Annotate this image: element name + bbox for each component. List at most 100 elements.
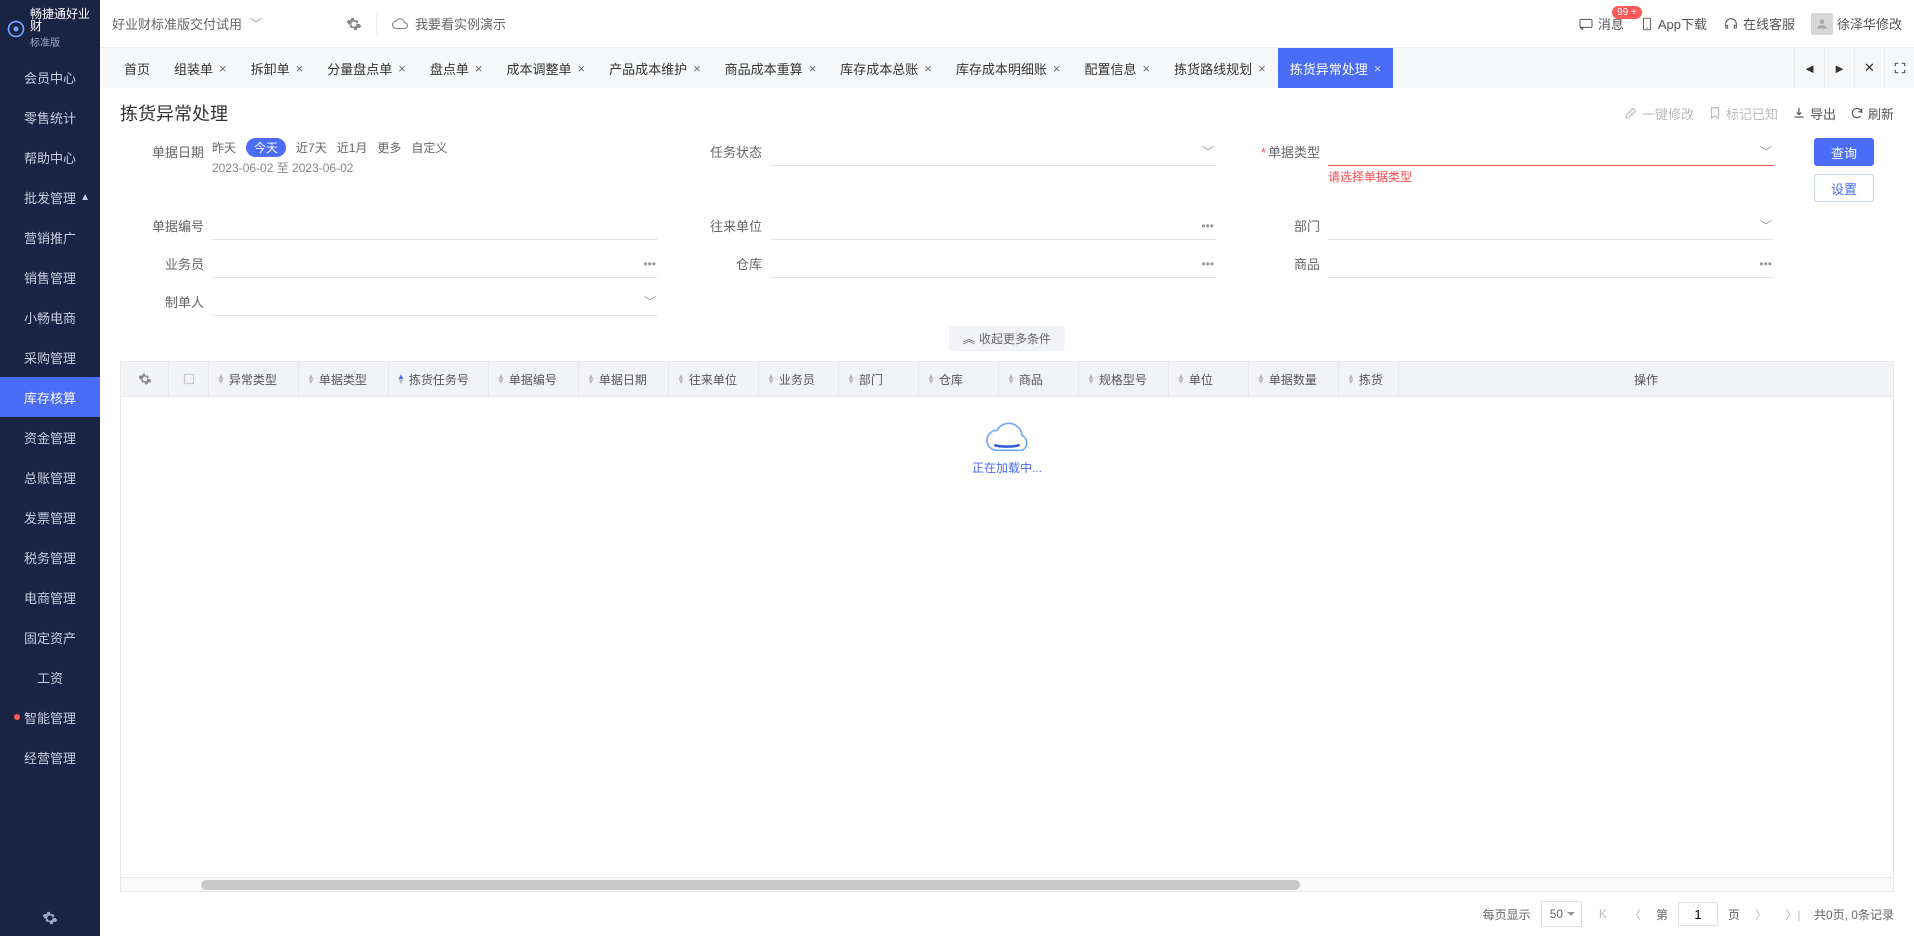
- sidebar-item-10[interactable]: 总账管理: [0, 457, 100, 497]
- sidebar-item-9[interactable]: 资金管理: [0, 417, 100, 457]
- sidebar-item-6[interactable]: 小畅电商: [0, 297, 100, 337]
- column-header[interactable]: ▲▼规格型号: [1079, 362, 1169, 396]
- tabs-close-all-button[interactable]: ✕: [1854, 48, 1884, 88]
- column-header[interactable]: ▲▼单据数量: [1249, 362, 1339, 396]
- product-lookup[interactable]: •••: [1328, 250, 1774, 278]
- export-button[interactable]: 导出: [1792, 104, 1836, 123]
- date-preset-option[interactable]: 近7天: [296, 139, 327, 156]
- partner-lookup[interactable]: •••: [770, 212, 1216, 240]
- sidebar-item-11[interactable]: 发票管理: [0, 497, 100, 537]
- date-preset-option[interactable]: 更多: [377, 139, 401, 156]
- app-selector[interactable]: 好业财标准版交付试用 ﹀: [112, 14, 332, 33]
- column-settings-button[interactable]: [121, 362, 169, 396]
- date-preset-option[interactable]: 近1月: [337, 139, 368, 156]
- column-header[interactable]: ▲▼单据日期: [579, 362, 669, 396]
- topbar-gear-button[interactable]: [346, 16, 362, 32]
- sidebar-item-4[interactable]: 营销推广: [0, 217, 100, 257]
- close-icon[interactable]: ×: [475, 61, 483, 76]
- next-page-button[interactable]: 〉: [1750, 903, 1772, 925]
- close-icon[interactable]: ×: [1143, 61, 1151, 76]
- column-header[interactable]: ▲▼商品: [999, 362, 1079, 396]
- column-header[interactable]: ▲▼拣货任务号: [389, 362, 489, 396]
- close-icon[interactable]: ×: [693, 61, 701, 76]
- doc-no-input[interactable]: [212, 212, 658, 240]
- close-icon[interactable]: ×: [219, 61, 227, 76]
- last-page-button[interactable]: 〉|: [1782, 903, 1804, 925]
- user-menu[interactable]: 徐泽华修改: [1811, 13, 1902, 35]
- close-icon[interactable]: ×: [296, 61, 304, 76]
- tab-3[interactable]: 分量盘点单×: [315, 48, 418, 88]
- tab-4[interactable]: 盘点单×: [418, 48, 495, 88]
- tab-12[interactable]: 拣货异常处理×: [1278, 48, 1394, 88]
- sidebar-item-12[interactable]: 税务管理: [0, 537, 100, 577]
- sidebar-item-2[interactable]: 帮助中心: [0, 137, 100, 177]
- tab-6[interactable]: 产品成本维护×: [597, 48, 713, 88]
- date-preset-option[interactable]: 今天: [246, 138, 286, 157]
- close-icon[interactable]: ×: [1053, 61, 1061, 76]
- close-icon[interactable]: ×: [577, 61, 585, 76]
- scrollbar-thumb[interactable]: [201, 880, 1300, 890]
- support-button[interactable]: 在线客服: [1723, 14, 1795, 33]
- batch-edit-button[interactable]: 一键修改: [1624, 104, 1694, 123]
- prev-page-button[interactable]: 〈: [1624, 903, 1646, 925]
- date-preset-option[interactable]: 昨天: [212, 139, 236, 156]
- tab-9[interactable]: 库存成本明细账×: [944, 48, 1073, 88]
- demo-link[interactable]: 我要看实例演示: [391, 14, 506, 33]
- sidebar-item-13[interactable]: 电商管理: [0, 577, 100, 617]
- close-icon[interactable]: ×: [924, 61, 932, 76]
- sidebar-item-3[interactable]: 批发管理▲: [0, 177, 100, 217]
- column-header[interactable]: ▲▼拣货: [1339, 362, 1399, 396]
- horizontal-scrollbar[interactable]: [120, 878, 1894, 892]
- sidebar-item-14[interactable]: 固定资产: [0, 617, 100, 657]
- creator-select[interactable]: ﹀: [212, 288, 658, 316]
- tab-10[interactable]: 配置信息×: [1073, 48, 1163, 88]
- close-icon[interactable]: ×: [1258, 61, 1266, 76]
- fullscreen-button[interactable]: [1884, 48, 1914, 88]
- close-icon[interactable]: ×: [398, 61, 406, 76]
- column-header[interactable]: ▲▼业务员: [759, 362, 839, 396]
- doc-type-select[interactable]: ﹀: [1328, 138, 1774, 166]
- column-header[interactable]: ▲▼仓库: [919, 362, 999, 396]
- tab-0[interactable]: 首页: [112, 48, 162, 88]
- tab-7[interactable]: 商品成本重算×: [713, 48, 829, 88]
- close-icon[interactable]: ×: [1374, 61, 1382, 76]
- column-header[interactable]: ▲▼单据编号: [489, 362, 579, 396]
- tab-1[interactable]: 组装单×: [162, 48, 239, 88]
- sidebar-item-17[interactable]: 经营管理: [0, 737, 100, 777]
- tab-11[interactable]: 拣货路线规划×: [1162, 48, 1278, 88]
- per-page-select[interactable]: 50: [1541, 901, 1582, 927]
- app-download-button[interactable]: App下载: [1640, 14, 1707, 33]
- tabs-next-button[interactable]: ►: [1824, 48, 1854, 88]
- column-header[interactable]: ▲▼往来单位: [669, 362, 759, 396]
- column-header[interactable]: ▲▼异常类型: [209, 362, 299, 396]
- column-header[interactable]: ▲▼单位: [1169, 362, 1249, 396]
- tab-5[interactable]: 成本调整单×: [494, 48, 597, 88]
- first-page-button[interactable]: K: [1592, 903, 1614, 925]
- task-status-select[interactable]: ﹀: [770, 138, 1216, 166]
- tab-8[interactable]: 库存成本总账×: [828, 48, 944, 88]
- refresh-button[interactable]: 刷新: [1850, 104, 1894, 123]
- sidebar-item-16[interactable]: 智能管理: [0, 697, 100, 737]
- warehouse-lookup[interactable]: •••: [770, 250, 1216, 278]
- sidebar-item-7[interactable]: 采购管理: [0, 337, 100, 377]
- close-icon[interactable]: ×: [809, 61, 817, 76]
- dept-select[interactable]: ﹀: [1328, 212, 1774, 240]
- query-button[interactable]: 查询: [1814, 138, 1874, 166]
- sidebar-item-1[interactable]: 零售统计: [0, 97, 100, 137]
- page-input[interactable]: [1678, 902, 1718, 926]
- column-header[interactable]: 操作: [1399, 362, 1893, 396]
- sidebar-item-8[interactable]: 库存核算: [0, 377, 100, 417]
- select-all-checkbox[interactable]: [169, 362, 209, 396]
- messages-button[interactable]: 消息 99 +: [1578, 14, 1624, 33]
- sidebar-item-15[interactable]: 工资: [0, 657, 100, 697]
- tabs-prev-button[interactable]: ◄: [1794, 48, 1824, 88]
- collapse-filters-button[interactable]: ︽ 收起更多条件: [949, 326, 1065, 351]
- sidebar-item-5[interactable]: 销售管理: [0, 257, 100, 297]
- date-preset-option[interactable]: 自定义: [411, 139, 447, 156]
- settings-button[interactable]: 设置: [1814, 174, 1874, 202]
- mark-known-button[interactable]: 标记已知: [1708, 104, 1778, 123]
- salesman-lookup[interactable]: •••: [212, 250, 658, 278]
- tab-2[interactable]: 拆卸单×: [239, 48, 316, 88]
- column-header[interactable]: ▲▼单据类型: [299, 362, 389, 396]
- sidebar-settings-button[interactable]: [0, 900, 100, 936]
